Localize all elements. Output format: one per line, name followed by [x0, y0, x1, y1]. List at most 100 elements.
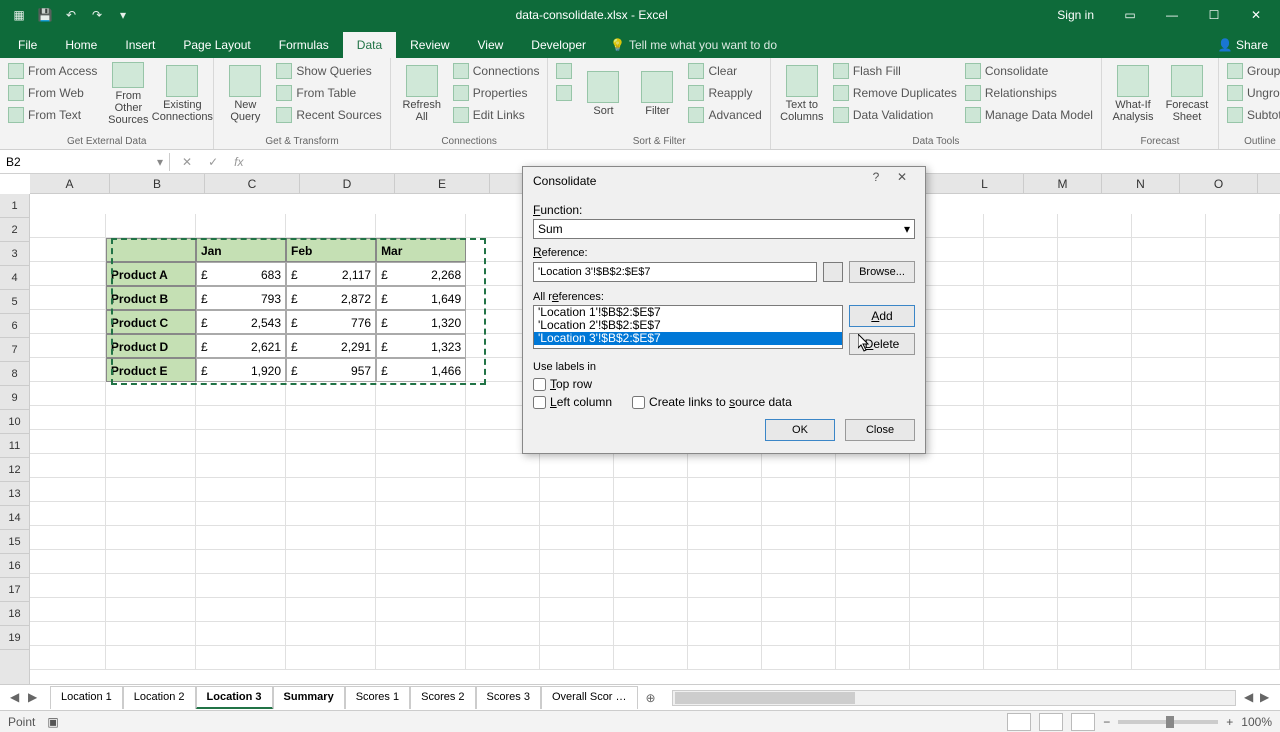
dialog-close-icon[interactable]: ✕ — [889, 170, 915, 192]
cell[interactable] — [1206, 454, 1280, 478]
cell[interactable] — [286, 430, 376, 454]
save-icon[interactable]: 💾 — [34, 4, 56, 26]
cell[interactable] — [984, 550, 1058, 574]
cell[interactable] — [984, 478, 1058, 502]
sheet-tab[interactable]: Location 3 — [196, 686, 273, 709]
zoom-in-icon[interactable]: + — [1226, 715, 1233, 729]
cell[interactable] — [1132, 214, 1206, 238]
name-box[interactable]: B2▾ — [0, 153, 170, 171]
cell[interactable] — [30, 358, 106, 382]
cell[interactable] — [540, 454, 614, 478]
cell[interactable] — [1058, 526, 1132, 550]
cell[interactable] — [1132, 406, 1206, 430]
cell[interactable] — [984, 502, 1058, 526]
cell[interactable] — [1206, 286, 1280, 310]
cell[interactable]: £957 — [286, 358, 376, 382]
cell[interactable] — [540, 526, 614, 550]
cell[interactable] — [30, 334, 106, 358]
cell[interactable] — [1132, 574, 1206, 598]
cell[interactable] — [984, 238, 1058, 262]
cell[interactable] — [1132, 526, 1206, 550]
cell[interactable] — [466, 502, 540, 526]
cell[interactable] — [1132, 550, 1206, 574]
cell[interactable] — [614, 574, 688, 598]
cell[interactable] — [910, 526, 984, 550]
page-break-view-icon[interactable] — [1071, 713, 1095, 731]
tab-file[interactable]: File — [4, 32, 51, 58]
cell[interactable]: Jan — [196, 238, 286, 262]
add-sheet-button[interactable]: ⊕ — [638, 687, 664, 709]
what-if-button[interactable]: What-If Analysis — [1108, 60, 1158, 128]
cell[interactable] — [688, 574, 762, 598]
manage-data-model-button[interactable]: Manage Data Model — [963, 104, 1095, 126]
browse-button[interactable]: Browse... — [849, 261, 915, 283]
tell-me-search[interactable]: 💡Tell me what you want to do — [600, 32, 787, 58]
row-header[interactable]: 5 — [0, 290, 29, 314]
from-other-sources-button[interactable]: From Other Sources — [103, 60, 153, 128]
cell[interactable] — [106, 622, 196, 646]
cell[interactable] — [836, 574, 910, 598]
cell[interactable] — [836, 622, 910, 646]
cell[interactable] — [1206, 550, 1280, 574]
zoom-thumb[interactable] — [1166, 716, 1174, 728]
cell[interactable] — [540, 574, 614, 598]
cell[interactable] — [688, 454, 762, 478]
cell[interactable] — [1132, 502, 1206, 526]
cell[interactable] — [614, 502, 688, 526]
cell[interactable] — [196, 502, 286, 526]
cell[interactable] — [1132, 238, 1206, 262]
cancel-formula-icon[interactable]: ✕ — [178, 155, 196, 169]
cell[interactable] — [376, 646, 466, 670]
ok-button[interactable]: OK — [765, 419, 835, 441]
cell[interactable] — [984, 622, 1058, 646]
cell[interactable] — [910, 550, 984, 574]
cell[interactable] — [30, 406, 106, 430]
cell[interactable] — [30, 262, 106, 286]
cell[interactable] — [1206, 598, 1280, 622]
cell[interactable] — [688, 598, 762, 622]
cell[interactable] — [1058, 358, 1132, 382]
column-header[interactable]: A — [30, 174, 110, 193]
clear-button[interactable]: Clear — [686, 60, 763, 82]
row-header[interactable]: 3 — [0, 242, 29, 266]
sheet-tab[interactable]: Summary — [273, 686, 345, 709]
cell[interactable] — [30, 238, 106, 262]
cell[interactable] — [466, 622, 540, 646]
cell[interactable] — [106, 382, 196, 406]
page-layout-view-icon[interactable] — [1039, 713, 1063, 731]
cell[interactable] — [984, 598, 1058, 622]
cell[interactable] — [1206, 574, 1280, 598]
cell[interactable] — [1132, 598, 1206, 622]
cell[interactable] — [196, 622, 286, 646]
row-header[interactable]: 10 — [0, 410, 29, 434]
cell[interactable] — [614, 598, 688, 622]
cell[interactable] — [466, 478, 540, 502]
cell[interactable]: £1,320 — [376, 310, 466, 334]
cell[interactable] — [376, 550, 466, 574]
ungroup-button[interactable]: Ungroup — [1225, 82, 1280, 104]
zoom-out-icon[interactable]: − — [1103, 715, 1110, 729]
dialog-titlebar[interactable]: Consolidate ? ✕ — [523, 167, 925, 195]
cell[interactable] — [196, 478, 286, 502]
existing-connections-button[interactable]: Existing Connections — [157, 60, 207, 128]
cell[interactable] — [762, 598, 836, 622]
tab-page-layout[interactable]: Page Layout — [169, 32, 264, 58]
cell[interactable] — [1058, 430, 1132, 454]
cell[interactable] — [614, 622, 688, 646]
cell[interactable]: £2,872 — [286, 286, 376, 310]
row-header[interactable]: 4 — [0, 266, 29, 290]
cell[interactable] — [466, 574, 540, 598]
cell[interactable] — [910, 622, 984, 646]
cell[interactable] — [1206, 262, 1280, 286]
cell[interactable]: £793 — [196, 286, 286, 310]
row-header[interactable]: 15 — [0, 530, 29, 554]
cell[interactable] — [30, 646, 106, 670]
cell[interactable] — [286, 502, 376, 526]
cell[interactable] — [836, 550, 910, 574]
cell[interactable] — [762, 646, 836, 670]
cell[interactable] — [196, 454, 286, 478]
row-header[interactable]: 1 — [0, 194, 29, 218]
edit-links-button[interactable]: Edit Links — [451, 104, 542, 126]
references-listbox[interactable]: 'Location 1'!$B$2:$E$7'Location 2'!$B$2:… — [533, 305, 843, 349]
cell[interactable] — [614, 454, 688, 478]
